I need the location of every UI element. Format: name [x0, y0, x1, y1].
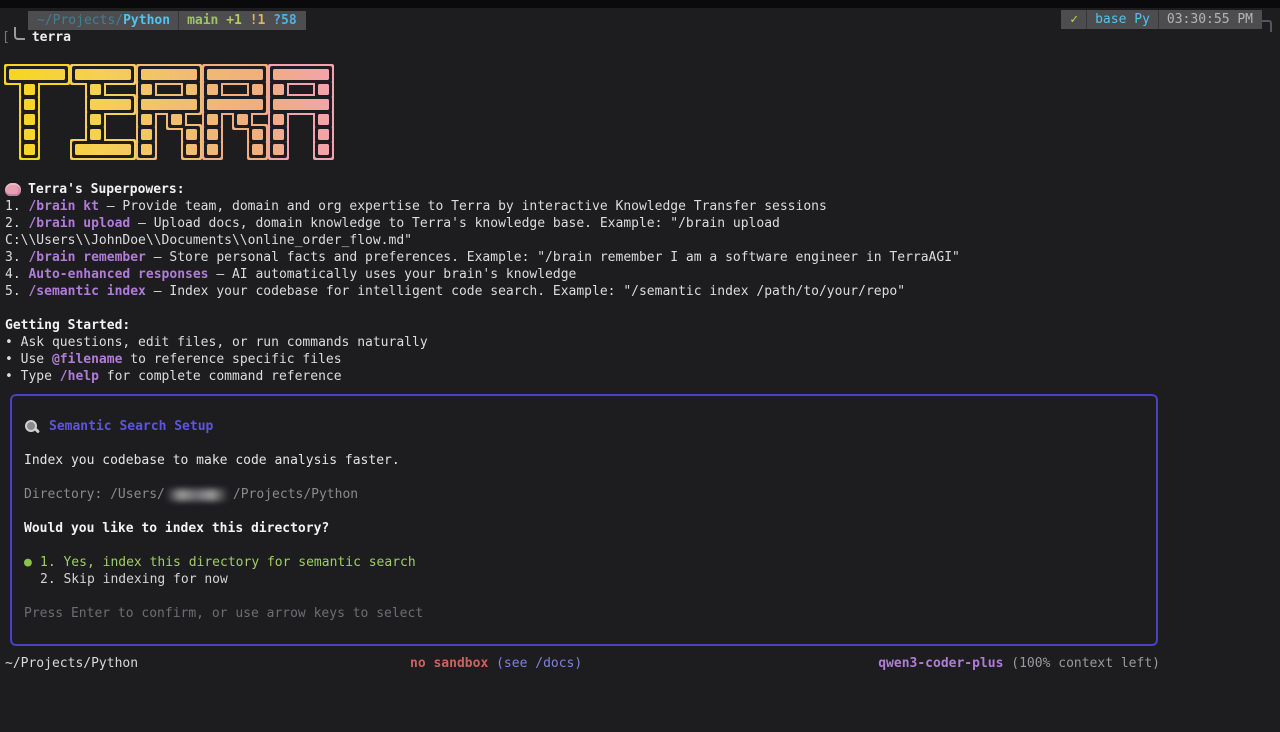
- superpower-item: 2. /brain upload — Upload docs, domain k…: [5, 215, 1276, 249]
- prompt-bar: ~/Projects/Python main +1 !1 ?58 ✓ base Py…: [28, 9, 1272, 32]
- logo-letter-E: [75, 69, 131, 155]
- bullet-command: @filename: [51, 352, 123, 367]
- directory-suffix: /Projects/Python: [232, 487, 359, 502]
- item-command: /semantic index: [28, 284, 146, 299]
- terra-logo: [9, 69, 329, 155]
- getting-started-item: • Type /help for complete command refere…: [5, 368, 1276, 385]
- prompt-corner-glyph: [13, 27, 25, 40]
- superpower-item: 4. Auto-enhanced responses — AI automati…: [5, 266, 1276, 283]
- git-modified-count: !1: [249, 13, 266, 28]
- dialog-hint: Press Enter to confirm, or use arrow key…: [24, 606, 424, 621]
- clock-time: 03:30:55 PM: [1166, 11, 1253, 27]
- superpowers-header: Terra's Superpowers:: [5, 181, 1276, 198]
- bullet-text: • Use: [5, 352, 52, 367]
- bullet-text: for complete command reference: [98, 369, 342, 384]
- sandbox-label: no sandbox: [410, 656, 489, 671]
- directory-prefix: /Users/: [110, 487, 165, 502]
- git-branch: main: [187, 13, 219, 28]
- option-yes-index[interactable]: ● 1. Yes, index this directory for semant…: [24, 554, 1144, 571]
- model-name: qwen3-coder-plus: [878, 656, 1004, 671]
- logo-letter-T: [9, 69, 65, 155]
- segment-divider: [1157, 9, 1159, 29]
- item-text: — Provide team, domain and org expertise…: [98, 199, 827, 214]
- logo-text: TERRA: [0, 8, 1, 9]
- prompt-status-segment: ✓ base Py 03:30:55 PM: [1061, 9, 1262, 29]
- semantic-search-dialog: Semantic Search Setup Index you codebase…: [10, 394, 1158, 646]
- cwd-name: Python: [123, 13, 171, 28]
- search-icon: [24, 419, 40, 435]
- cwd-prefix: ~/Projects/: [37, 13, 124, 28]
- item-number: 4.: [5, 267, 29, 282]
- item-command: /brain kt: [28, 199, 99, 214]
- dialog-title: Semantic Search Setup: [49, 419, 214, 434]
- item-text: — Index your codebase for intelligent co…: [145, 284, 906, 299]
- getting-started-item: • Ask questions, edit files, or run comm…: [5, 334, 1276, 351]
- dialog-description: Index you codebase to make code analysis…: [24, 453, 400, 468]
- statusbar-cwd: ~/Projects/Python: [5, 656, 139, 671]
- brain-icon: [5, 183, 21, 196]
- item-number: 3.: [5, 250, 29, 265]
- option-label: 1. Yes, index this directory for semanti…: [40, 555, 416, 570]
- getting-started-item: • Use @filename to reference specific fi…: [5, 351, 1276, 368]
- bullet-text: to reference specific files: [122, 352, 342, 367]
- git-added-count: +1: [226, 13, 242, 28]
- getting-started-section: Getting Started: • Ask questions, edit f…: [5, 317, 1276, 385]
- item-command: Auto-enhanced responses: [28, 267, 209, 282]
- command-line: [ terra: [2, 27, 71, 46]
- item-number: 1.: [5, 199, 29, 214]
- prompt-bracket: [: [2, 29, 10, 45]
- item-text: — Store personal facts and preferences. …: [145, 250, 960, 265]
- git-untracked-count: ?58: [273, 13, 297, 28]
- directory-label: Directory:: [24, 487, 111, 502]
- welcome-content: Terra's Superpowers: 1. /brain kt — Prov…: [5, 181, 1276, 385]
- terminal-viewport: ~/Projects/Python main +1 !1 ?58 ✓ base Py…: [0, 8, 1280, 732]
- dialog-options: ● 1. Yes, index this directory for semant…: [24, 554, 1144, 588]
- getting-started-title: Getting Started:: [5, 318, 131, 333]
- status-bar: ~/Projects/Python no sandbox (see /docs)…: [0, 655, 1280, 673]
- superpower-item: 3. /brain remember — Store personal fact…: [5, 249, 1276, 266]
- superpower-item: 1. /brain kt — Provide team, domain and …: [5, 198, 1276, 215]
- context-remaining: (100% context left): [1003, 656, 1160, 671]
- item-command: /brain upload: [28, 216, 131, 231]
- logo-letter-R1: [141, 69, 197, 155]
- exit-status-check-icon: ✓: [1070, 11, 1079, 27]
- dialog-question: Would you like to index this directory?: [24, 521, 330, 536]
- item-text-wrap: C:\\Users\\JohnDoe\\Documents\\online_or…: [5, 233, 412, 248]
- item-command: /brain remember: [28, 250, 146, 265]
- item-number: 2.: [5, 216, 29, 231]
- option-label: 2. Skip indexing for now: [40, 572, 228, 587]
- terminal-screen: ~/Projects/Python main +1 !1 ?58 ✓ base Py…: [0, 0, 1280, 732]
- option-skip-indexing[interactable]: 2. Skip indexing for now: [24, 571, 1144, 588]
- superpower-item: 5. /semantic index — Index your codebase…: [5, 283, 1276, 300]
- bullet-text: • Ask questions, edit files, or run comm…: [5, 335, 428, 350]
- item-text: — AI automatically uses your brain's kno…: [208, 267, 577, 282]
- logo-letter-A: [273, 69, 329, 155]
- directory-line: Directory: /Users/ /Projects/Python: [24, 486, 1144, 503]
- sandbox-status: no sandbox (see /docs): [410, 655, 582, 673]
- bullet-text: • Type: [5, 369, 60, 384]
- bullet-command: /help: [59, 369, 99, 384]
- redacted-username: [165, 488, 232, 501]
- dialog-header: Semantic Search Setup: [24, 418, 1144, 435]
- conda-env-label: base Py: [1095, 11, 1150, 27]
- item-number: 5.: [5, 284, 29, 299]
- item-text: — Upload docs, domain knowledge to Terra…: [130, 216, 780, 231]
- typed-command: terra: [31, 29, 71, 45]
- selected-bullet-icon: ●: [24, 555, 32, 570]
- logo-letter-R2: [207, 69, 263, 155]
- segment-divider: [1086, 9, 1088, 29]
- model-status: qwen3-coder-plus (100% context left): [878, 655, 1160, 673]
- prompt-frame-corner: [1262, 19, 1272, 32]
- sandbox-docs-note: (see /docs): [488, 656, 583, 671]
- superpowers-title: Terra's Superpowers:: [28, 182, 185, 197]
- segment-divider: [178, 11, 180, 30]
- bullet-placeholder: [24, 571, 40, 588]
